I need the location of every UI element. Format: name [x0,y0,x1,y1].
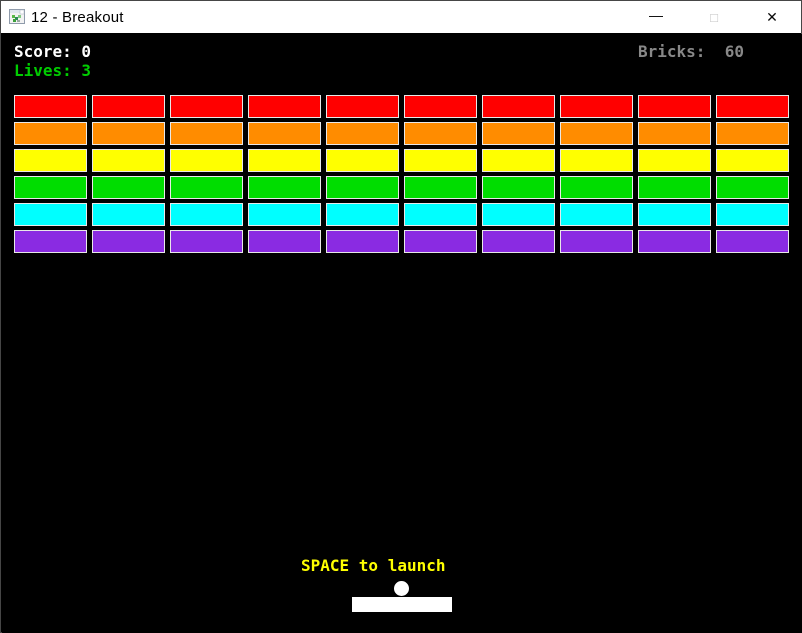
brick-row-green-9 [638,176,711,199]
brick-row-purple-9 [638,230,711,253]
brick-row-purple-4 [248,230,321,253]
paddle [352,597,452,612]
brick-row-orange-3 [170,122,243,145]
brick-row-yellow-4 [248,149,321,172]
brick-row-purple-5 [326,230,399,253]
brick-row-red-3 [170,95,243,118]
close-button[interactable]: ✕ [743,1,801,33]
brick-row-green-5 [326,176,399,199]
brick-row-orange-6 [404,122,477,145]
brick-row-yellow-7 [482,149,555,172]
brick-row-cyan-6 [404,203,477,226]
brick-row-green-6 [404,176,477,199]
game-canvas[interactable]: Score: 0 Lives: 3 Bricks: 60 SPACE to la… [2,34,802,633]
brick-row-yellow-6 [404,149,477,172]
brick-row-purple-2 [92,230,165,253]
brick-row-green-8 [560,176,633,199]
brick-row-orange-5 [326,122,399,145]
score-text: Score: 0 [14,42,91,61]
brick-row-yellow-1 [14,149,87,172]
brick-row-cyan-7 [482,203,555,226]
maximize-button[interactable]: □ [685,1,743,33]
ball [394,581,409,596]
brick-row-red-6 [404,95,477,118]
brick-row-purple-6 [404,230,477,253]
brick-row-red-10 [716,95,789,118]
minimize-button[interactable]: — [627,1,685,33]
maximize-icon: □ [710,11,718,24]
window-controls: — □ ✕ [627,1,801,33]
brick-row-yellow-3 [170,149,243,172]
brick-row-yellow-2 [92,149,165,172]
brick-row-cyan-9 [638,203,711,226]
minimize-icon: — [649,8,663,22]
brick-row-green-4 [248,176,321,199]
brick-row-purple-1 [14,230,87,253]
brick-row-purple-3 [170,230,243,253]
brick-row-cyan-10 [716,203,789,226]
close-icon: ✕ [766,10,778,24]
brick-row-green-10 [716,176,789,199]
brick-row-cyan-8 [560,203,633,226]
brick-row-yellow-9 [638,149,711,172]
brick-row-purple-8 [560,230,633,253]
brick-row-orange-9 [638,122,711,145]
brick-row-red-1 [14,95,87,118]
brick-grid [14,95,789,253]
brick-row-red-2 [92,95,165,118]
brick-row-yellow-8 [560,149,633,172]
brick-row-orange-2 [92,122,165,145]
brick-row-cyan-3 [170,203,243,226]
window-title: 12 - Breakout [31,9,124,26]
brick-row-red-8 [560,95,633,118]
brick-row-orange-10 [716,122,789,145]
brick-row-red-5 [326,95,399,118]
launch-hint-text: SPACE to launch [301,556,446,575]
brick-row-yellow-10 [716,149,789,172]
brick-row-red-7 [482,95,555,118]
brick-row-green-1 [14,176,87,199]
bricks-count-text: Bricks: 60 [638,42,744,61]
brick-row-yellow-5 [326,149,399,172]
brick-row-cyan-1 [14,203,87,226]
brick-row-red-4 [248,95,321,118]
lives-text: Lives: 3 [14,61,91,80]
titlebar[interactable]: 12 - Breakout — □ ✕ [1,1,801,33]
brick-row-purple-7 [482,230,555,253]
brick-row-orange-4 [248,122,321,145]
app-icon [9,9,25,25]
brick-row-orange-1 [14,122,87,145]
brick-row-cyan-5 [326,203,399,226]
app-window: 12 - Breakout — □ ✕ Score: 0 Lives: 3 Br… [0,0,802,633]
brick-row-red-9 [638,95,711,118]
brick-row-cyan-4 [248,203,321,226]
brick-row-orange-8 [560,122,633,145]
brick-row-green-3 [170,176,243,199]
brick-row-cyan-2 [92,203,165,226]
brick-row-purple-10 [716,230,789,253]
brick-row-green-7 [482,176,555,199]
brick-row-orange-7 [482,122,555,145]
brick-row-green-2 [92,176,165,199]
